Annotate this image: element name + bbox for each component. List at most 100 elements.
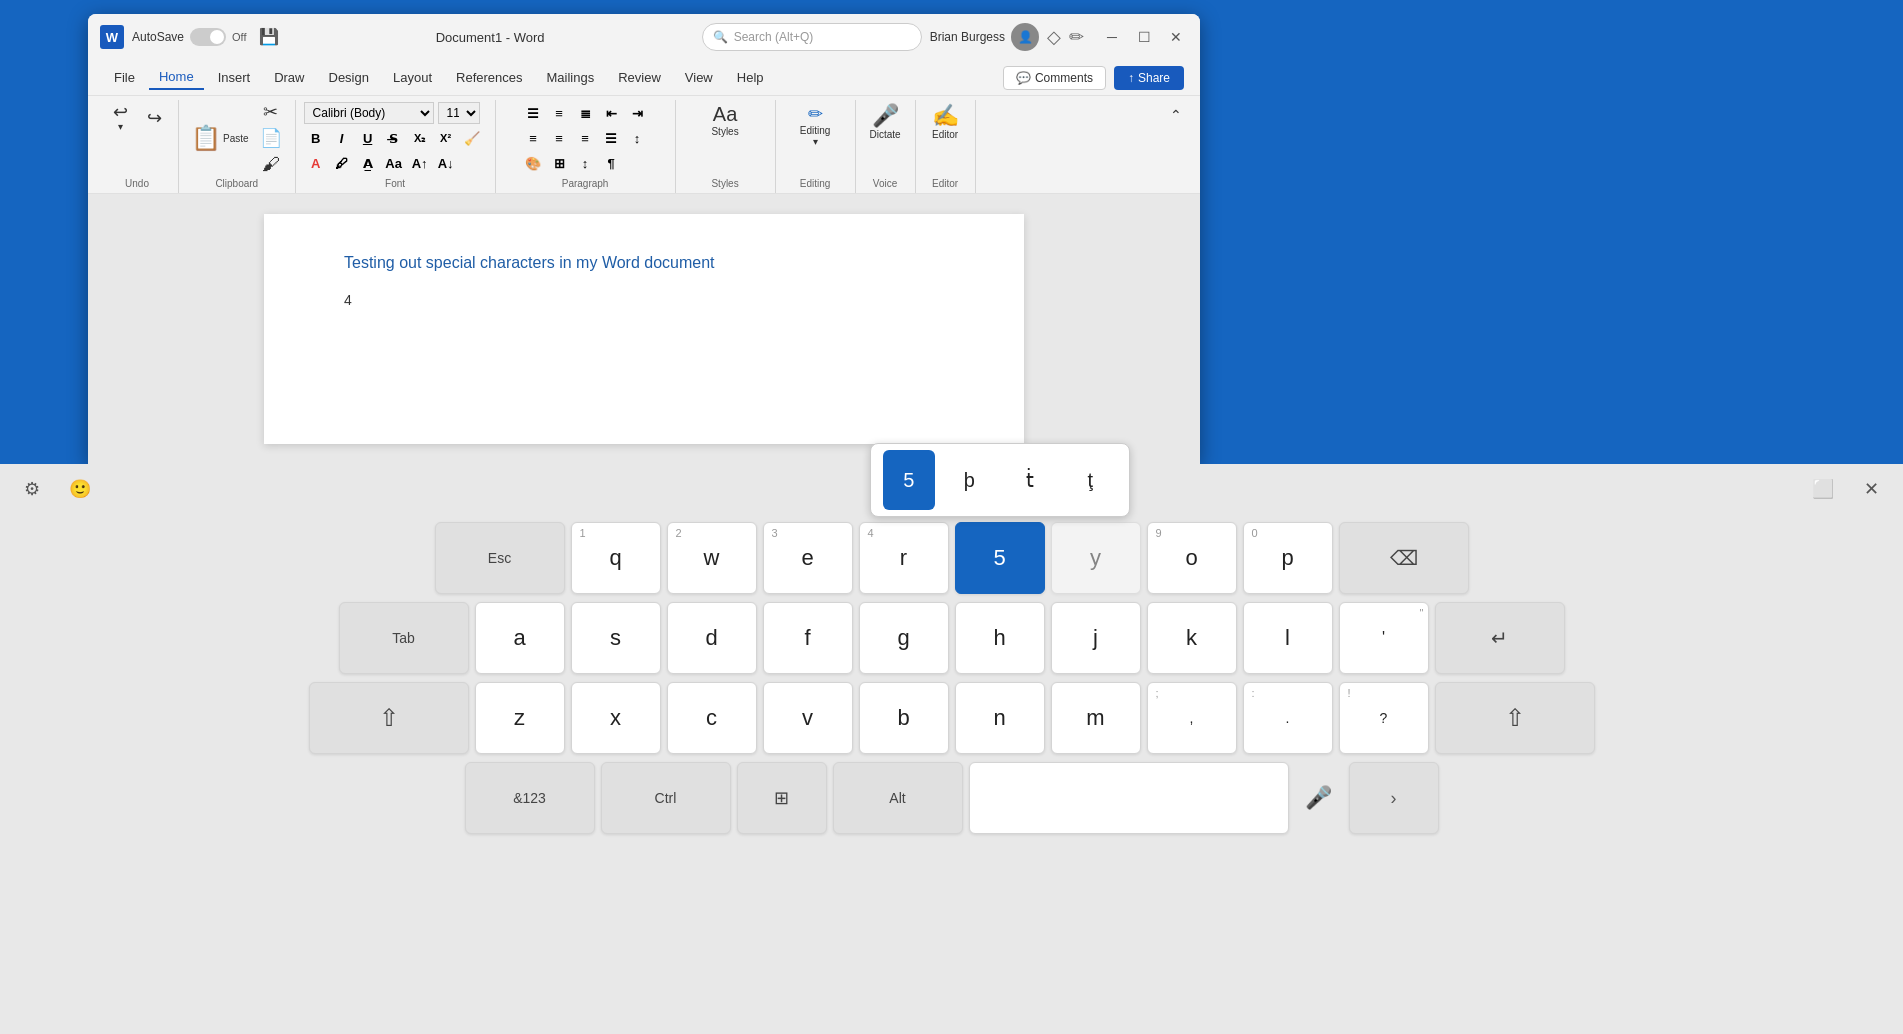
- styles-button[interactable]: Aa Styles: [707, 100, 742, 160]
- increase-indent-button[interactable]: ⇥: [625, 102, 649, 124]
- bullet-list-button[interactable]: ☰: [521, 102, 545, 124]
- menu-layout[interactable]: Layout: [383, 66, 442, 89]
- key-m[interactable]: m: [1051, 682, 1141, 754]
- key-windows[interactable]: ⊞: [737, 762, 827, 834]
- minimize-button[interactable]: ─: [1100, 25, 1124, 49]
- key-period[interactable]: : .: [1243, 682, 1333, 754]
- key-5[interactable]: 5 5 þ ṫ ţ: [955, 522, 1045, 594]
- autosave-toggle[interactable]: [190, 28, 226, 46]
- subscript-button[interactable]: X₂: [408, 127, 432, 149]
- key-w[interactable]: 2 w: [667, 522, 757, 594]
- menu-review[interactable]: Review: [608, 66, 671, 89]
- key-f[interactable]: f: [763, 602, 853, 674]
- text-highlight-button[interactable]: A̲: [356, 152, 380, 174]
- key-p[interactable]: 0 p: [1243, 522, 1333, 594]
- share-button[interactable]: ↑ Share: [1114, 66, 1184, 90]
- editor-button[interactable]: ✍ Editor: [928, 100, 963, 160]
- key-z[interactable]: z: [475, 682, 565, 754]
- key-quote[interactable]: " ': [1339, 602, 1429, 674]
- menu-mailings[interactable]: Mailings: [537, 66, 605, 89]
- cut-button[interactable]: ✂: [255, 100, 287, 124]
- key-x[interactable]: x: [571, 682, 661, 754]
- shrink-font-button[interactable]: A↓: [434, 152, 458, 174]
- key-o[interactable]: 9 o: [1147, 522, 1237, 594]
- bold-button[interactable]: B: [304, 127, 328, 149]
- key-chevron[interactable]: ›: [1349, 762, 1439, 834]
- italic-button[interactable]: I: [330, 127, 354, 149]
- key-alt[interactable]: Alt: [833, 762, 963, 834]
- menu-file[interactable]: File: [104, 66, 145, 89]
- key-v[interactable]: v: [763, 682, 853, 754]
- menu-help[interactable]: Help: [727, 66, 774, 89]
- line-spacing-button[interactable]: ↕: [625, 127, 649, 149]
- popup-key-tcedilla[interactable]: ţ: [1064, 450, 1117, 510]
- keyboard-emoji-button[interactable]: 🙂: [64, 473, 96, 505]
- maximize-button[interactable]: ☐: [1132, 25, 1156, 49]
- key-l[interactable]: l: [1243, 602, 1333, 674]
- key-numbers[interactable]: &123: [465, 762, 595, 834]
- menu-view[interactable]: View: [675, 66, 723, 89]
- key-enter[interactable]: ↵: [1435, 602, 1565, 674]
- close-button[interactable]: ✕: [1164, 25, 1188, 49]
- borders-button[interactable]: ⊞: [547, 152, 571, 174]
- copy-button[interactable]: 📄: [255, 126, 287, 150]
- key-a[interactable]: a: [475, 602, 565, 674]
- numbered-list-button[interactable]: ≡: [547, 102, 571, 124]
- search-box[interactable]: 🔍 Search (Alt+Q): [702, 23, 922, 51]
- align-center-button[interactable]: ≡: [547, 127, 571, 149]
- key-b[interactable]: b: [859, 682, 949, 754]
- key-space[interactable]: [969, 762, 1289, 834]
- comments-button[interactable]: 💬 Comments: [1003, 66, 1106, 90]
- dictate-button[interactable]: 🎤 Dictate: [866, 100, 905, 160]
- format-painter-button[interactable]: 🖌: [255, 152, 287, 176]
- menu-references[interactable]: References: [446, 66, 532, 89]
- strikethrough-button[interactable]: S̶: [382, 127, 406, 149]
- document-area[interactable]: Testing out special characters in my Wor…: [88, 194, 1200, 464]
- pen-icon[interactable]: ✏: [1069, 26, 1084, 48]
- key-backspace[interactable]: ⌫: [1339, 522, 1469, 594]
- key-tab[interactable]: Tab: [339, 602, 469, 674]
- keyboard-settings-button[interactable]: ⚙: [16, 473, 48, 505]
- undo-button[interactable]: ↩ ▾: [104, 100, 136, 135]
- sort-button[interactable]: ↕: [573, 152, 597, 174]
- popup-key-tdot[interactable]: ṫ: [1004, 450, 1057, 510]
- pilcrow-button[interactable]: ¶: [599, 152, 623, 174]
- change-case-button[interactable]: Aa: [382, 152, 406, 174]
- key-question[interactable]: ! ?: [1339, 682, 1429, 754]
- key-h[interactable]: h: [955, 602, 1045, 674]
- key-ctrl[interactable]: Ctrl: [601, 762, 731, 834]
- justify-button[interactable]: ☰: [599, 127, 623, 149]
- key-c[interactable]: c: [667, 682, 757, 754]
- key-j[interactable]: j: [1051, 602, 1141, 674]
- font-size-selector[interactable]: 11: [438, 102, 480, 124]
- shading-button[interactable]: 🎨: [521, 152, 545, 174]
- menu-design[interactable]: Design: [319, 66, 379, 89]
- editing-button[interactable]: ✏ Editing ▾: [796, 100, 835, 160]
- paste-button[interactable]: 📋 Paste: [187, 121, 253, 155]
- diamond-icon[interactable]: ◇: [1047, 26, 1061, 48]
- superscript-button[interactable]: X²: [434, 127, 458, 149]
- align-right-button[interactable]: ≡: [573, 127, 597, 149]
- key-g[interactable]: g: [859, 602, 949, 674]
- key-mic[interactable]: 🎤: [1295, 774, 1343, 822]
- key-shift-right[interactable]: ⇧: [1435, 682, 1595, 754]
- ribbon-collapse-button[interactable]: ⌃: [1160, 104, 1192, 126]
- key-k[interactable]: k: [1147, 602, 1237, 674]
- key-e[interactable]: 3 e: [763, 522, 853, 594]
- menu-draw[interactable]: Draw: [264, 66, 314, 89]
- grow-font-button[interactable]: A↑: [408, 152, 432, 174]
- multilevel-list-button[interactable]: ≣: [573, 102, 597, 124]
- key-d[interactable]: d: [667, 602, 757, 674]
- key-s[interactable]: s: [571, 602, 661, 674]
- highlight-button[interactable]: 🖊: [330, 152, 354, 174]
- keyboard-undock-button[interactable]: ⬜: [1807, 473, 1839, 505]
- font-color-button[interactable]: A: [304, 152, 328, 174]
- key-comma[interactable]: ; ,: [1147, 682, 1237, 754]
- key-y[interactable]: y: [1051, 522, 1141, 594]
- popup-key-5[interactable]: 5: [883, 450, 936, 510]
- underline-button[interactable]: U: [356, 127, 380, 149]
- decrease-indent-button[interactable]: ⇤: [599, 102, 623, 124]
- menu-insert[interactable]: Insert: [208, 66, 261, 89]
- align-left-button[interactable]: ≡: [521, 127, 545, 149]
- key-q[interactable]: 1 q: [571, 522, 661, 594]
